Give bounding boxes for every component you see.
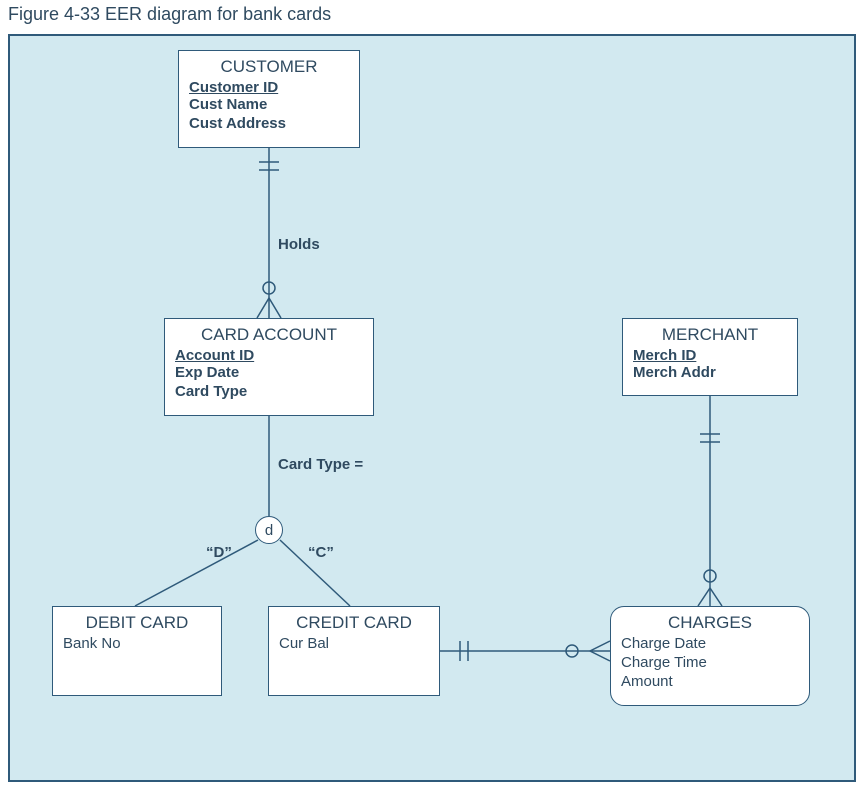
subtype-c-label: “C” [308, 544, 334, 561]
entity-merchant: MERCHANT Merch ID Merch Addr [622, 318, 798, 396]
relationship-holds-label: Holds [278, 236, 320, 253]
entity-attr: Cur Bal [279, 635, 429, 654]
entity-pk: Merch ID [633, 347, 787, 364]
entity-title: CUSTOMER [189, 57, 349, 77]
entity-attr: Exp Date [175, 364, 363, 383]
entity-attr: Card Type [175, 383, 363, 402]
entity-attr: Charge Time [621, 654, 799, 673]
entity-attr: Charge Date [621, 635, 799, 654]
entity-attr: Merch Addr [633, 364, 787, 383]
entity-title: CHARGES [621, 613, 799, 633]
entity-credit-card: CREDIT CARD Cur Bal [268, 606, 440, 696]
entity-customer: CUSTOMER Customer ID Cust Name Cust Addr… [178, 50, 360, 148]
entity-attr: Cust Name [189, 96, 349, 115]
disjoint-circle: d [255, 516, 283, 544]
entity-title: CARD ACCOUNT [175, 325, 363, 345]
entity-card-account: CARD ACCOUNT Account ID Exp Date Card Ty… [164, 318, 374, 416]
entity-charges: CHARGES Charge Date Charge Time Amount [610, 606, 810, 706]
subtype-d-label: “D” [206, 544, 232, 561]
figure-caption: Figure 4-33 EER diagram for bank cards [8, 4, 331, 25]
entity-pk: Account ID [175, 347, 363, 364]
entity-attr: Amount [621, 673, 799, 692]
page: Figure 4-33 EER diagram for bank cards [0, 0, 864, 794]
entity-title: MERCHANT [633, 325, 787, 345]
entity-title: DEBIT CARD [63, 613, 211, 633]
entity-title: CREDIT CARD [279, 613, 429, 633]
entity-attr: Bank No [63, 635, 211, 654]
entity-attr: Cust Address [189, 115, 349, 134]
entity-pk: Customer ID [189, 79, 349, 96]
entity-debit-card: DEBIT CARD Bank No [52, 606, 222, 696]
discriminator-label: Card Type = [278, 456, 363, 473]
diagram-canvas: CUSTOMER Customer ID Cust Name Cust Addr… [8, 34, 856, 782]
